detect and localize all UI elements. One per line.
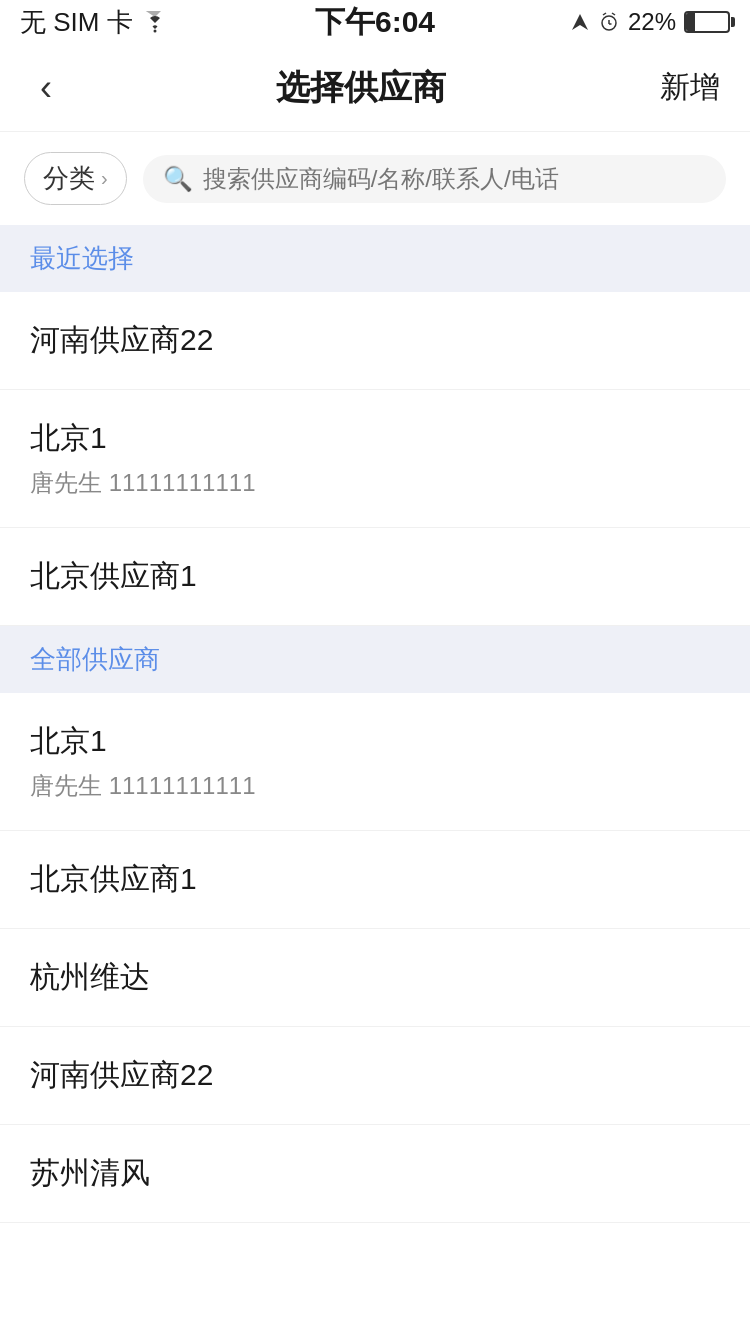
back-button[interactable]: ‹ bbox=[30, 57, 62, 119]
nav-bar: ‹ 选择供应商 新增 bbox=[0, 44, 750, 132]
list-item[interactable]: 北京1 唐先生 11111111111 bbox=[0, 390, 750, 528]
item-sub: 唐先生 11111111111 bbox=[30, 770, 720, 802]
search-icon: 🔍 bbox=[163, 165, 193, 193]
list-item[interactable]: 苏州清风 bbox=[0, 1125, 750, 1223]
item-name: 北京1 bbox=[30, 418, 720, 459]
item-name: 河南供应商22 bbox=[30, 1055, 720, 1096]
search-bar: 分类 › 🔍 bbox=[0, 132, 750, 225]
category-label: 分类 bbox=[43, 161, 95, 196]
item-sub: 唐先生 11111111111 bbox=[30, 467, 720, 499]
location-icon bbox=[570, 12, 590, 32]
wifi-icon bbox=[141, 11, 169, 33]
battery-percent: 22% bbox=[628, 8, 676, 36]
list-item[interactable]: 河南供应商22 bbox=[0, 292, 750, 390]
status-right: 22% bbox=[570, 8, 730, 36]
list-item[interactable]: 北京1 唐先生 11111111111 bbox=[0, 693, 750, 831]
svg-line-5 bbox=[612, 13, 615, 15]
list-item[interactable]: 北京供应商1 bbox=[0, 528, 750, 626]
status-carrier: 无 SIM 卡 bbox=[20, 5, 169, 40]
list-item[interactable]: 北京供应商1 bbox=[0, 831, 750, 929]
alarm-icon bbox=[598, 11, 620, 33]
status-time: 下午6:04 bbox=[315, 2, 435, 43]
page-title: 选择供应商 bbox=[276, 65, 446, 111]
recent-list: 河南供应商22 北京1 唐先生 11111111111 北京供应商1 bbox=[0, 292, 750, 626]
category-button[interactable]: 分类 › bbox=[24, 152, 127, 205]
all-list: 北京1 唐先生 11111111111 北京供应商1 杭州维达河南供应商22 苏州清风 bbox=[0, 693, 750, 1223]
item-name: 苏州清风 bbox=[30, 1153, 720, 1194]
recent-section-header: 最近选择 bbox=[0, 225, 750, 292]
item-name: 河南供应商22 bbox=[30, 320, 720, 361]
search-wrapper: 🔍 bbox=[143, 155, 726, 203]
list-item[interactable]: 河南供应商22 bbox=[0, 1027, 750, 1125]
item-name: 北京供应商1 bbox=[30, 556, 720, 597]
svg-line-4 bbox=[603, 13, 606, 15]
item-name: 北京1 bbox=[30, 721, 720, 762]
battery-icon bbox=[684, 11, 730, 33]
list-item[interactable]: 杭州维达 bbox=[0, 929, 750, 1027]
item-name: 北京供应商1 bbox=[30, 859, 720, 900]
add-button[interactable]: 新增 bbox=[660, 67, 720, 108]
all-section-header: 全部供应商 bbox=[0, 626, 750, 693]
status-bar: 无 SIM 卡 下午6:04 22% bbox=[0, 0, 750, 44]
item-name: 杭州维达 bbox=[30, 957, 720, 998]
svg-point-0 bbox=[153, 30, 156, 33]
search-input[interactable] bbox=[203, 165, 706, 193]
chevron-right-icon: › bbox=[101, 167, 108, 190]
